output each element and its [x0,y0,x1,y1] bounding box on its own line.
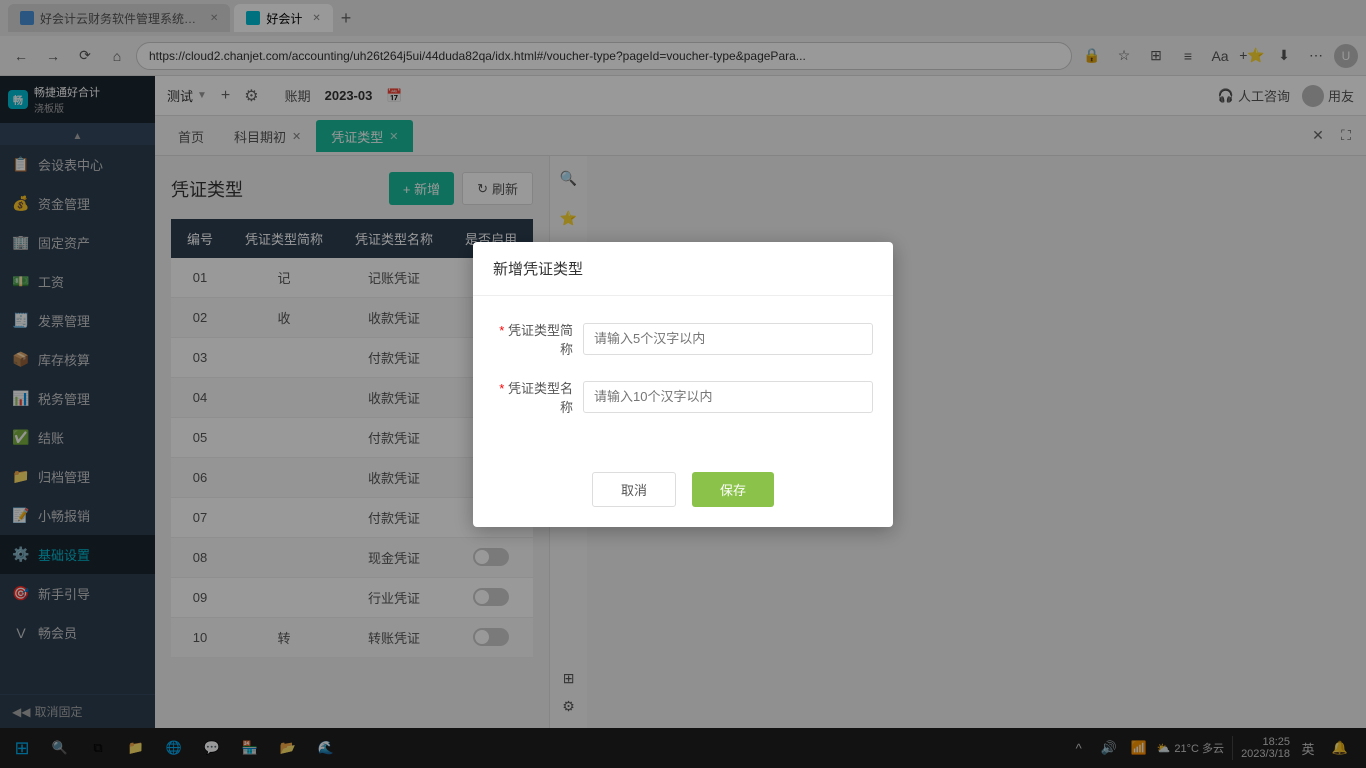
short-label: * 凭证类型简称 [493,320,583,358]
short-input[interactable] [583,323,873,355]
name-label-text: 凭证类型名称 [508,381,573,415]
name-label: * 凭证类型名称 [493,378,583,416]
short-label-text: 凭证类型简称 [508,323,573,357]
modal-body: * 凭证类型简称 * 凭证类型名称 [473,296,893,460]
form-row-name: * 凭证类型名称 [493,378,873,416]
add-voucher-modal: 新增凭证类型 * 凭证类型简称 * 凭证类型名称 取消 保存 [473,242,893,527]
modal-overlay: 新增凭证类型 * 凭证类型简称 * 凭证类型名称 取消 保存 [0,0,1366,768]
modal-header: 新增凭证类型 [473,242,893,296]
cancel-button[interactable]: 取消 [592,472,676,507]
name-required-mark: * [499,381,504,396]
modal-title: 新增凭证类型 [493,258,583,279]
save-button[interactable]: 保存 [692,472,774,507]
short-required-mark: * [499,323,504,338]
form-row-short: * 凭证类型简称 [493,320,873,358]
name-input[interactable] [583,381,873,413]
modal-footer: 取消 保存 [473,460,893,527]
